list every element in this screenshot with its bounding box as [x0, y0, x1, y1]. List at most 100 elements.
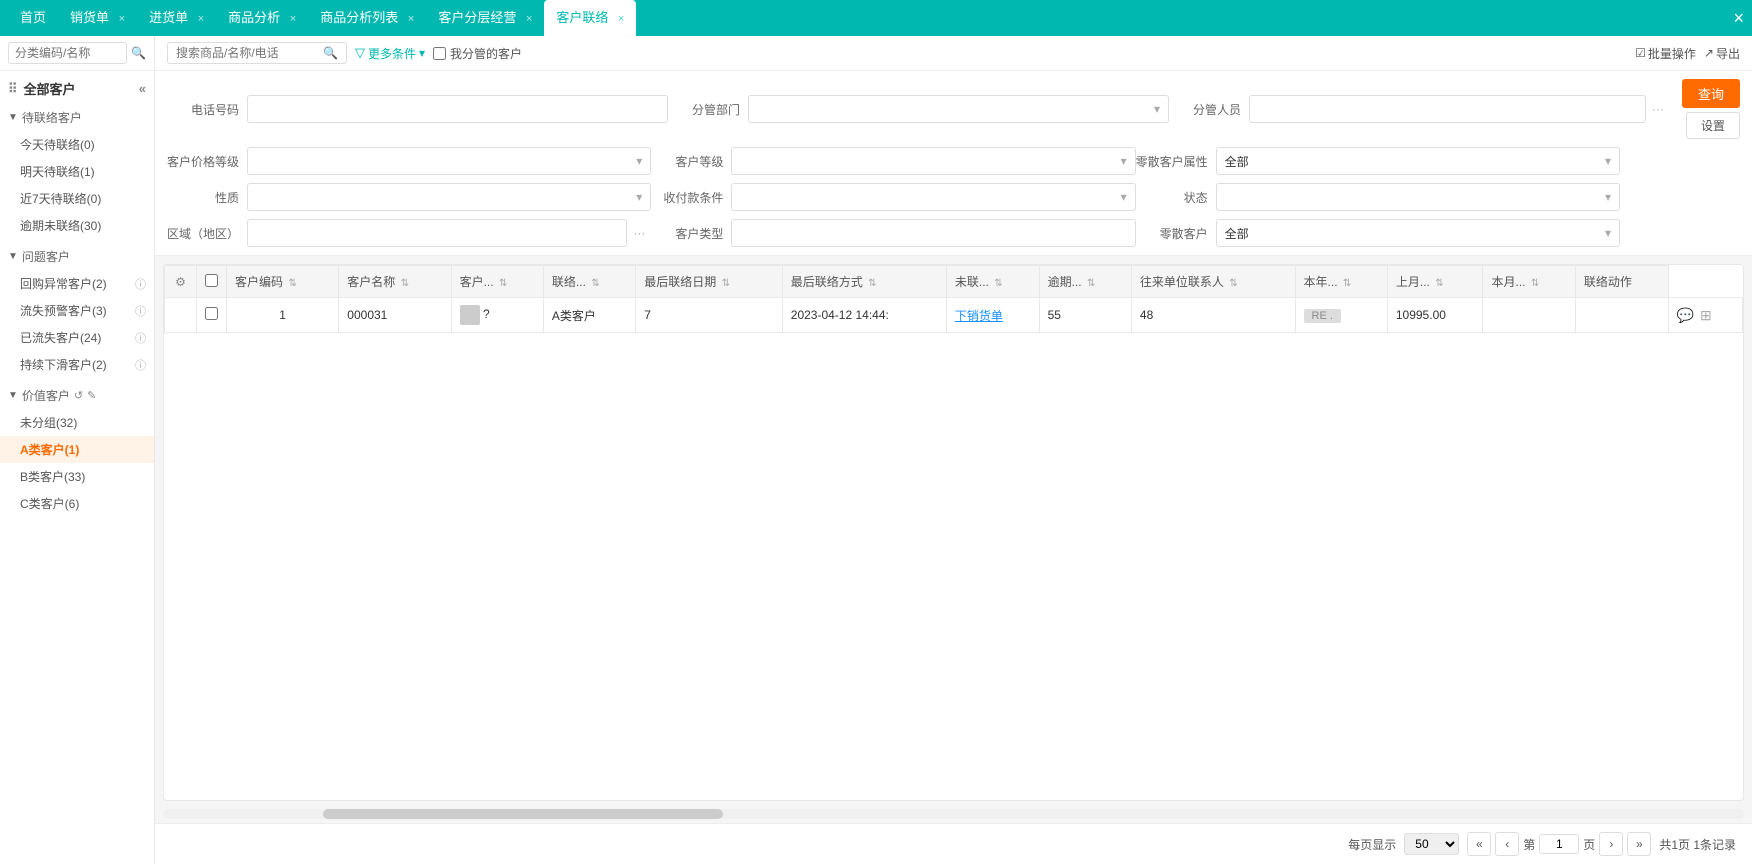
nav-tab-product-analysis[interactable]: 商品分析 ×: [216, 0, 308, 36]
horizontal-scrollbar[interactable]: [163, 809, 1744, 819]
chevron-down-icon: ▼: [8, 390, 18, 401]
nature-label: 性质: [167, 189, 247, 206]
status-select[interactable]: ▾: [1216, 183, 1620, 211]
sort-code-icon[interactable]: ⇅: [288, 278, 296, 289]
sidebar-collapse-icon[interactable]: «: [139, 81, 146, 96]
nature-select[interactable]: ▾: [247, 183, 651, 211]
select-all-checkbox[interactable]: [205, 274, 218, 287]
region-select[interactable]: [247, 219, 627, 247]
close-sales-tab-icon[interactable]: ×: [119, 13, 125, 25]
sidebar-item-abnormal-repurchase[interactable]: 回购异常客户(2) ⓘ: [0, 270, 154, 297]
sort-method-icon[interactable]: ⇅: [868, 278, 876, 289]
region-dots-icon[interactable]: ···: [627, 226, 651, 240]
sidebar-item-churned[interactable]: 已流失客户(24) ⓘ: [0, 324, 154, 351]
sort-contact-icon[interactable]: ⇅: [591, 278, 599, 289]
pagination-bar: 每页显示 50 100 200 « ‹ 第 页 › » 共1页 1条记录: [155, 823, 1752, 864]
sort-thisyear-icon[interactable]: ⇅: [1343, 278, 1351, 289]
close-customer-tier-tab-icon[interactable]: ×: [526, 13, 532, 25]
toolbar-search-icon[interactable]: 🔍: [323, 46, 338, 60]
chevron-down-icon: ▾: [1154, 102, 1160, 116]
customer-level-select[interactable]: ▾: [731, 147, 1135, 175]
last-method-link[interactable]: 下销货单: [955, 309, 1003, 323]
nav-tab-sales[interactable]: 销货单 ×: [58, 0, 137, 36]
customer-type-input[interactable]: [731, 219, 1135, 247]
dept-select[interactable]: ▾: [748, 95, 1169, 123]
sort-thismonth-icon[interactable]: ⇅: [1531, 278, 1539, 289]
row-checkbox[interactable]: [205, 307, 218, 320]
sidebar-item-unclassified[interactable]: 未分组(32): [0, 409, 154, 436]
sidebar-item-churn-warning[interactable]: 流失预警客户(3) ⓘ: [0, 297, 154, 324]
price-level-select[interactable]: ▾: [247, 147, 651, 175]
sort-lastmonth-icon[interactable]: ⇅: [1435, 278, 1443, 289]
nav-tab-product-list[interactable]: 商品分析列表 ×: [308, 0, 426, 36]
sort-nocontact-icon[interactable]: ⇅: [994, 278, 1002, 289]
next-page-button[interactable]: ›: [1599, 832, 1623, 856]
content-area: 🔍 ▽ 更多条件 ▾ 我分管的客户 ☑ 批量操作 ↗ 导出: [155, 36, 1752, 864]
close-customer-contact-tab-icon[interactable]: ×: [618, 13, 624, 25]
payment-select[interactable]: ▾: [731, 183, 1135, 211]
sort-date-icon[interactable]: ⇅: [722, 278, 730, 289]
payment-label: 收付款条件: [651, 189, 731, 206]
more-action-icon[interactable]: ⊞: [1700, 307, 1712, 324]
settings-button[interactable]: 设置: [1686, 112, 1740, 139]
sort-overdue-icon[interactable]: ⇅: [1087, 278, 1095, 289]
price-level-label: 客户价格等级: [167, 153, 247, 170]
sidebar-section-value-title[interactable]: ▼ 价值客户 ↺ ✎: [0, 382, 154, 409]
sidebar-section-problem-title[interactable]: ▼ 问题客户: [0, 243, 154, 270]
close-product-list-tab-icon[interactable]: ×: [408, 13, 414, 25]
scrollbar-thumb[interactable]: [323, 809, 723, 819]
refresh-icon[interactable]: ↺: [74, 389, 83, 402]
retail-attr-select[interactable]: 全部 ▾: [1216, 147, 1620, 175]
last-page-button[interactable]: »: [1627, 832, 1651, 856]
chevron-down-icon: ▾: [1605, 190, 1611, 204]
close-purchase-tab-icon[interactable]: ×: [198, 13, 204, 25]
sidebar-item-7days[interactable]: 近7天待联络(0): [0, 185, 154, 212]
nav-tab-purchase[interactable]: 进货单 ×: [137, 0, 216, 36]
manager-select[interactable]: [1249, 95, 1646, 123]
chevron-down-icon: ▾: [419, 46, 425, 60]
col-no-contact: 未联... ⇅: [946, 266, 1039, 298]
query-button[interactable]: 查询: [1682, 79, 1740, 108]
close-all-button[interactable]: ×: [1733, 8, 1744, 29]
sidebar-item-overdue[interactable]: 逾期未联络(30): [0, 212, 154, 239]
my-customer-checkbox[interactable]: [433, 47, 446, 60]
sidebar-section-pending-title[interactable]: ▼ 待联络客户: [0, 104, 154, 131]
col-action: 联络动作: [1575, 266, 1668, 298]
retail-customer-select[interactable]: 全部 ▾: [1216, 219, 1620, 247]
edit-icon[interactable]: ✎: [87, 389, 96, 402]
close-product-tab-icon[interactable]: ×: [290, 13, 296, 25]
row-this-month: [1575, 298, 1668, 333]
sidebar-item-declining[interactable]: 持续下滑客户(2) ⓘ: [0, 351, 154, 378]
page-size-select[interactable]: 50 100 200: [1404, 833, 1459, 855]
page-input[interactable]: [1539, 834, 1579, 854]
sidebar-item-class-a[interactable]: A类客户(1): [0, 436, 154, 463]
sort-level-icon[interactable]: ⇅: [499, 278, 507, 289]
phone-input[interactable]: [247, 95, 668, 123]
sidebar-item-tomorrow[interactable]: 明天待联络(1): [0, 158, 154, 185]
filter-status: 状态 ▾: [1136, 183, 1620, 211]
my-customer-checkbox-area[interactable]: 我分管的客户: [433, 45, 522, 62]
manager-dots-icon[interactable]: ···: [1646, 102, 1670, 116]
nav-tab-customer-tier[interactable]: 客户分层经营 ×: [426, 0, 544, 36]
nav-home[interactable]: 首页: [8, 0, 58, 36]
sidebar-search-input[interactable]: [8, 42, 127, 64]
filter-phone: 电话号码: [167, 95, 668, 123]
prev-page-button[interactable]: ‹: [1495, 832, 1519, 856]
toolbar-search-input[interactable]: [176, 46, 323, 60]
first-page-button[interactable]: «: [1467, 832, 1491, 856]
settings-column-header[interactable]: ⚙: [165, 266, 197, 298]
sidebar-item-class-b[interactable]: B类客户(33): [0, 463, 154, 490]
sidebar-item-class-c[interactable]: C类客户(6): [0, 490, 154, 517]
sidebar-search-icon[interactable]: 🔍: [131, 46, 146, 60]
chat-action-icon[interactable]: 💬: [1677, 307, 1694, 324]
sidebar-item-today[interactable]: 今天待联络(0): [0, 131, 154, 158]
batch-operation-button[interactable]: ☑ 批量操作: [1635, 45, 1696, 62]
customer-table: ⚙ 客户编码 ⇅ 客户名称 ⇅ 客户...: [164, 265, 1743, 333]
total-records-text: 共1页 1条记录: [1659, 836, 1736, 853]
sort-contact2-icon[interactable]: ⇅: [1229, 278, 1237, 289]
col-name: 客户名称 ⇅: [339, 266, 451, 298]
nav-tab-customer-contact[interactable]: 客户联络 ×: [544, 0, 636, 36]
export-button[interactable]: ↗ 导出: [1704, 45, 1740, 62]
sort-name-icon[interactable]: ⇅: [401, 278, 409, 289]
more-filter-button[interactable]: ▽ 更多条件 ▾: [355, 45, 425, 62]
